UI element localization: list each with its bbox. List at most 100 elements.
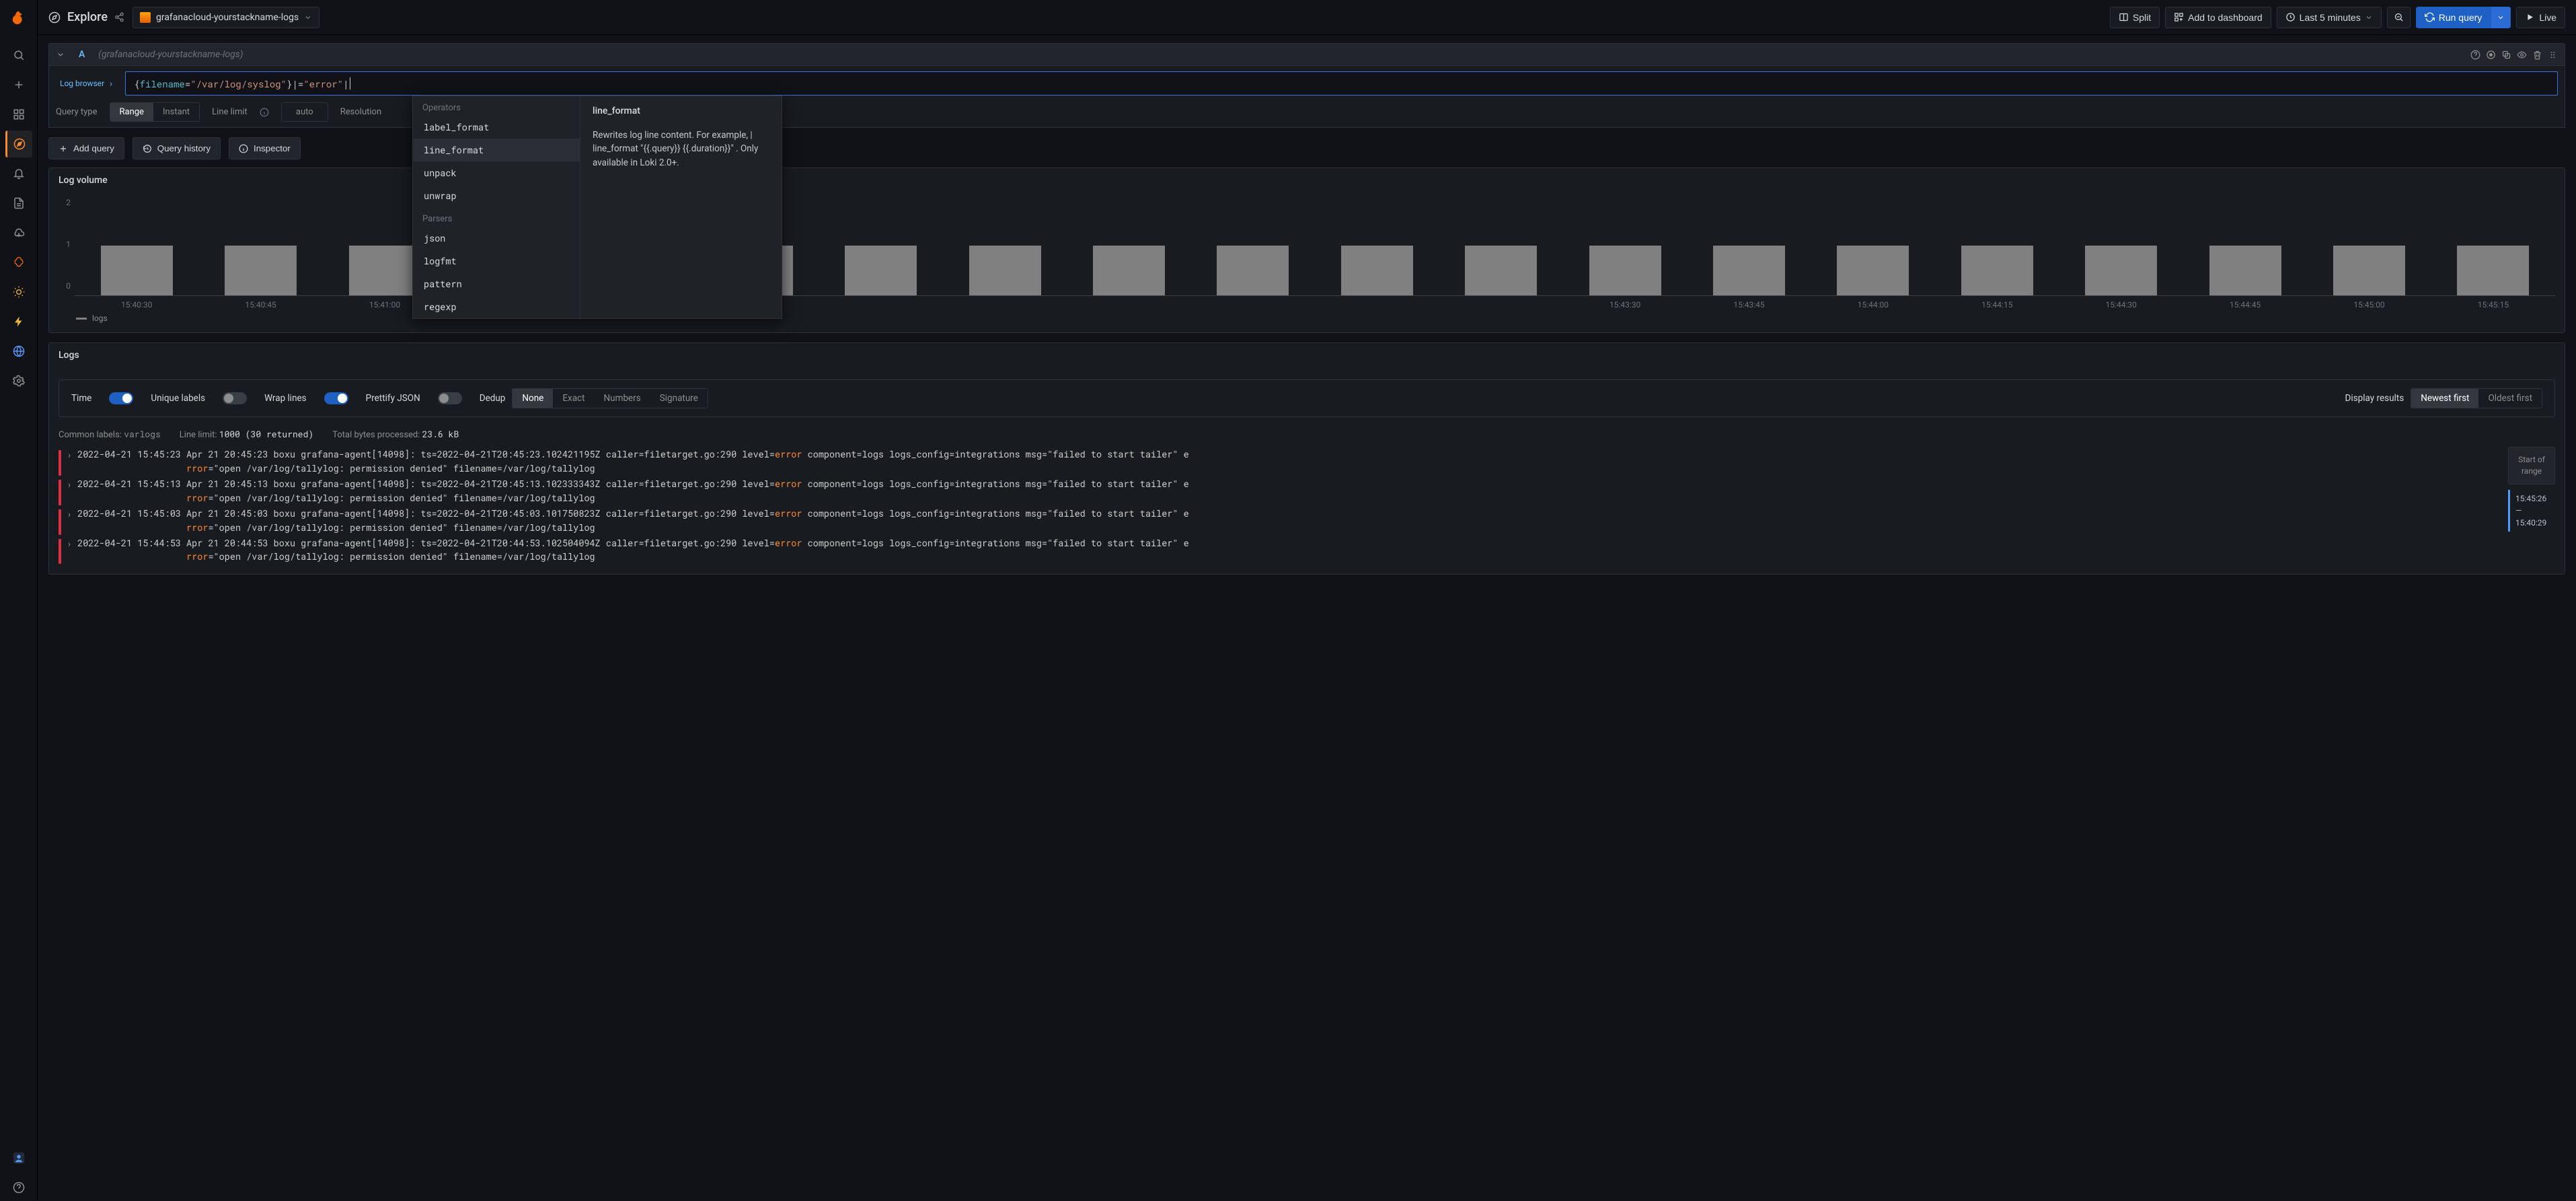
drag-icon[interactable] — [2548, 50, 2558, 60]
apps-icon[interactable] — [5, 101, 32, 128]
cloud-icon[interactable] — [5, 219, 32, 246]
log-message: Apr 21 20:45:03 boxu grafana-agent[14098… — [186, 507, 1189, 535]
ac-item[interactable]: json — [413, 227, 580, 250]
logql-input[interactable]: {filename="/var/log/syslog"} |="error" | — [125, 71, 2558, 96]
time-toggle[interactable] — [109, 392, 133, 404]
logs-title: Logs — [49, 343, 2565, 367]
ac-doc-title: line_format — [593, 106, 769, 116]
bolt-icon[interactable] — [5, 308, 32, 335]
log-row: ›2022-04-21 15:45:03Apr 21 20:45:03 boxu… — [59, 506, 2503, 536]
inspector-button[interactable]: Inspector — [229, 137, 301, 159]
chart-bar — [1341, 246, 1413, 296]
ac-doc-body: Rewrites log line content. For example, … — [593, 129, 769, 170]
time-range-label: Last 5 minutes — [2300, 12, 2361, 23]
chevron-down-icon[interactable] — [56, 50, 65, 59]
expand-log-icon[interactable]: › — [67, 447, 72, 476]
unique-labels-label: Unique labels — [151, 393, 205, 404]
chart-bar — [1217, 246, 1289, 296]
ac-item[interactable]: label_format — [413, 116, 580, 139]
query-type-segment: Range Instant — [110, 102, 200, 122]
gear-icon[interactable] — [5, 367, 32, 394]
logs-meta: Common labels: varlogs Line limit: 1000 … — [59, 427, 2555, 447]
live-button[interactable]: Live — [2516, 7, 2565, 28]
unique-labels-toggle[interactable] — [223, 392, 247, 404]
nav-sidebar — [0, 0, 38, 1201]
expand-log-icon[interactable]: › — [67, 507, 72, 535]
prettify-json-toggle[interactable] — [438, 392, 462, 404]
log-message: Apr 21 20:44:53 boxu grafana-agent[14098… — [186, 536, 1189, 565]
oncall-icon[interactable] — [5, 279, 32, 305]
run-query-button[interactable]: Run query — [2416, 7, 2511, 28]
ac-item[interactable]: regexp — [413, 295, 580, 318]
run-query-options[interactable] — [2491, 7, 2510, 28]
expand-log-icon[interactable]: › — [67, 536, 72, 565]
query-type-range[interactable]: Range — [110, 103, 153, 121]
explore-icon[interactable] — [5, 131, 32, 157]
query-history-button[interactable]: Query history — [132, 137, 221, 159]
order-seg-oldest-first[interactable]: Oldest first — [2478, 389, 2542, 408]
line-limit-input[interactable]: auto — [281, 102, 328, 122]
add-to-dashboard-label: Add to dashboard — [2188, 12, 2263, 23]
time-range-picker[interactable]: Last 5 minutes — [2277, 7, 2382, 28]
log-list: ›2022-04-21 15:45:23Apr 21 20:45:23 boxu… — [59, 447, 2503, 565]
ac-item[interactable]: line_format — [413, 139, 580, 161]
log-message: Apr 21 20:45:13 boxu grafana-agent[14098… — [186, 477, 1189, 505]
ac-item[interactable]: unwrap — [413, 184, 580, 207]
expand-log-icon[interactable]: › — [67, 477, 72, 505]
search-icon[interactable] — [5, 42, 32, 69]
log-level-marker — [59, 450, 61, 476]
copy-icon[interactable] — [2501, 50, 2511, 60]
avatar-icon[interactable] — [5, 1144, 32, 1171]
ac-item[interactable]: unpack — [413, 161, 580, 184]
prettify-json-label: Prettify JSON — [366, 393, 420, 404]
log-level-marker — [59, 480, 61, 505]
grafana-logo[interactable] — [8, 8, 30, 30]
doc-icon[interactable] — [5, 190, 32, 217]
dedup-seg-signature[interactable]: Signature — [650, 389, 708, 408]
bell-icon[interactable] — [5, 160, 32, 187]
live-label: Live — [2539, 12, 2556, 23]
eye-icon[interactable] — [2517, 50, 2527, 60]
help-icon[interactable] — [2470, 50, 2480, 60]
chart-bar — [225, 246, 297, 296]
ac-group-header: Parsers — [413, 207, 580, 227]
help-icon[interactable] — [5, 1174, 32, 1201]
dedup-seg-numbers[interactable]: Numbers — [595, 389, 650, 408]
dedup-seg-exact[interactable]: Exact — [553, 389, 594, 408]
wrap-lines-toggle[interactable] — [324, 392, 348, 404]
query-ref-id[interactable]: A — [72, 48, 91, 61]
chart-bar — [1589, 246, 1661, 296]
add-query-button[interactable]: Add query — [48, 137, 124, 159]
chart-bar — [1837, 246, 1909, 296]
datasource-picker[interactable]: grafanacloud-yourstackname-logs — [132, 7, 319, 28]
share-icon[interactable] — [114, 12, 124, 22]
ac-item[interactable]: logfmt — [413, 250, 580, 272]
logs-controls: Time Unique labels Wrap lines Prettify J… — [59, 379, 2555, 417]
chart-bar — [1093, 246, 1165, 296]
dedup-segment: NoneExactNumbersSignature — [512, 388, 708, 408]
dedup-seg-none[interactable]: None — [513, 389, 553, 408]
info-icon[interactable] — [260, 108, 269, 117]
log-browser-button[interactable]: Log browser — [56, 79, 118, 88]
zoom-out-button[interactable] — [2387, 7, 2411, 28]
globe-icon[interactable] — [5, 338, 32, 365]
log-row: ›2022-04-21 15:45:13Apr 21 20:45:13 boxu… — [59, 476, 2503, 506]
ml-icon[interactable] — [5, 249, 32, 276]
query-type-instant[interactable]: Instant — [153, 103, 199, 121]
trash-icon[interactable] — [2532, 50, 2542, 60]
out-of-range-hint[interactable]: Start of range — [2508, 447, 2555, 484]
resolution-label: Resolution — [340, 107, 381, 117]
log-row: ›2022-04-21 15:44:53Apr 21 20:44:53 boxu… — [59, 536, 2503, 565]
order-seg-newest-first[interactable]: Newest first — [2411, 389, 2478, 408]
query-type-label: Query type — [56, 107, 98, 117]
plus-icon[interactable] — [5, 71, 32, 98]
wrap-lines-label: Wrap lines — [264, 393, 307, 404]
add-to-dashboard-button[interactable]: Add to dashboard — [2165, 7, 2271, 28]
chevron-down-icon — [2365, 13, 2373, 22]
split-button[interactable]: Split — [2110, 7, 2160, 28]
toggle-icon[interactable] — [2486, 50, 2496, 60]
run-query-label: Run query — [2439, 12, 2483, 23]
chart-bar — [1961, 246, 2033, 296]
ac-item[interactable]: pattern — [413, 272, 580, 295]
split-label: Split — [2133, 12, 2151, 23]
